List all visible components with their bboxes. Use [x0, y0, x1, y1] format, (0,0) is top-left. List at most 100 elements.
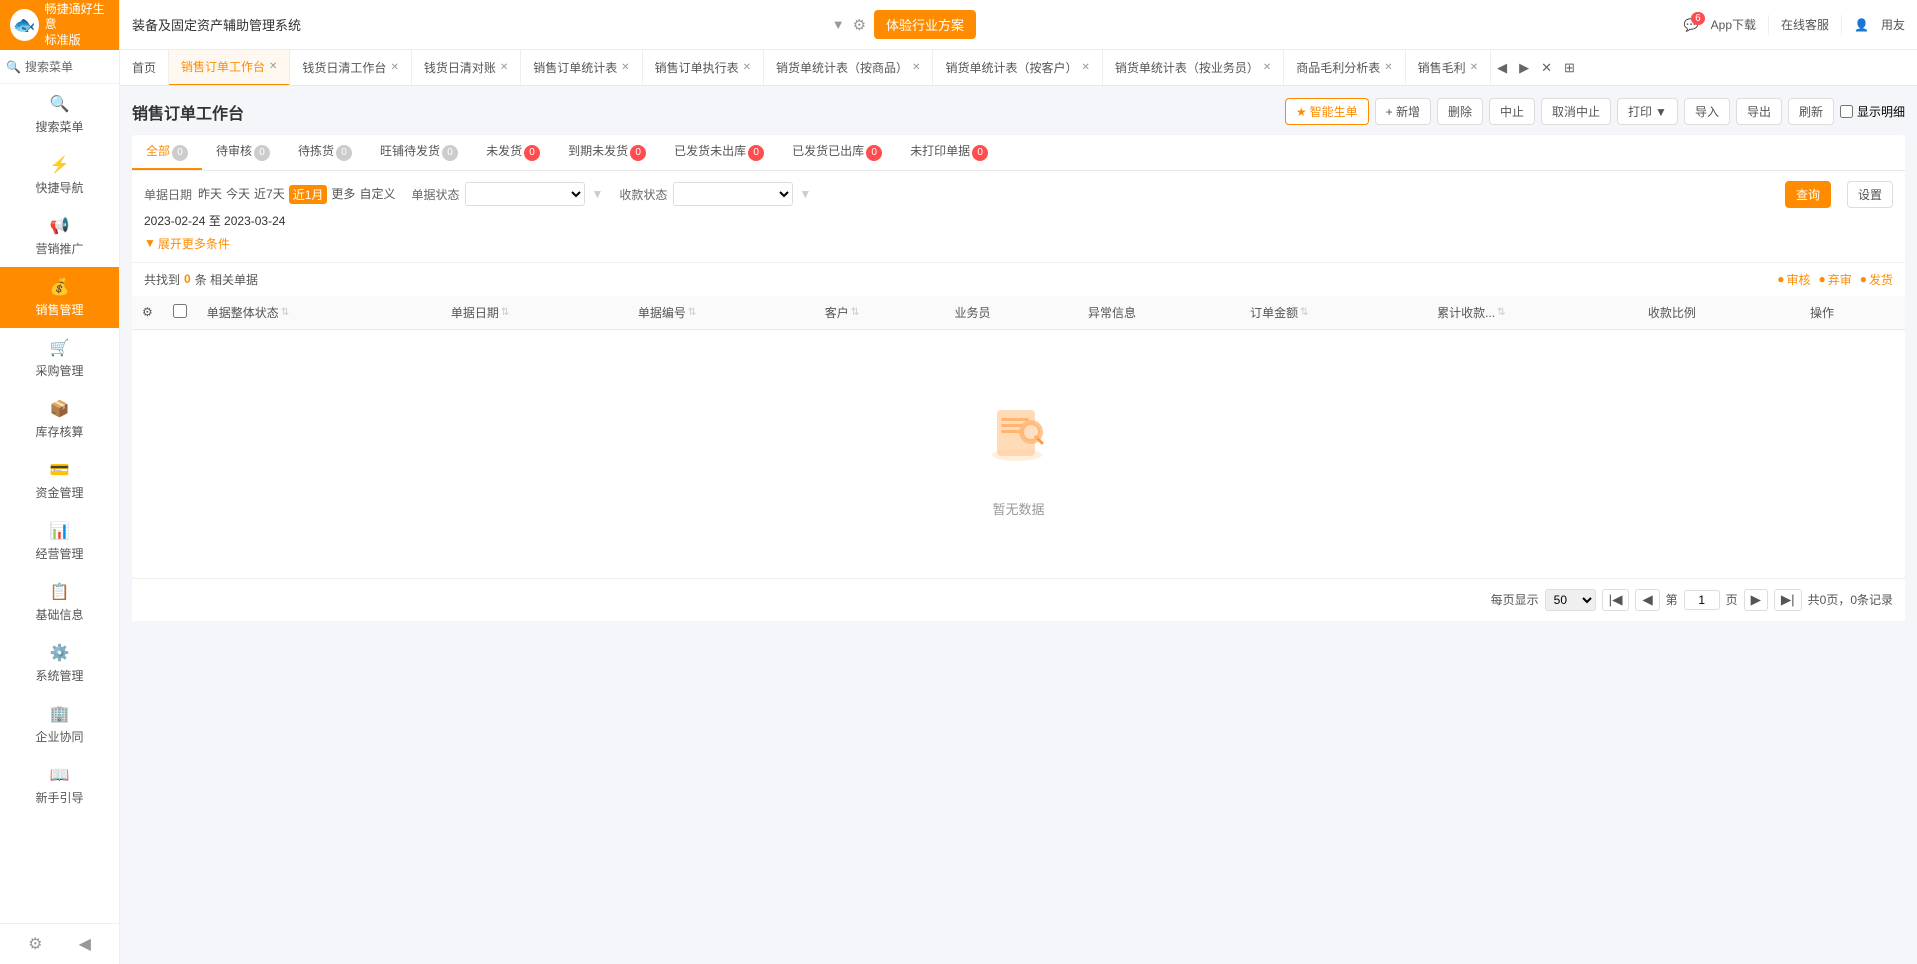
- sidebar-item-finance[interactable]: 💳资金管理: [0, 450, 119, 511]
- export-button[interactable]: 导出: [1736, 98, 1782, 125]
- tab-cash-reconcile[interactable]: 钱货日清对账✕: [412, 50, 521, 86]
- tab-close-cash-daily[interactable]: ✕: [390, 62, 398, 73]
- tab-cash-daily[interactable]: 钱货日清工作台✕: [290, 50, 411, 86]
- tab-sales-summary-customer[interactable]: 销货单统计表（按客户）✕: [933, 50, 1102, 86]
- col-setting[interactable]: ⚙: [132, 296, 163, 330]
- tab-close-sales-summary-customer[interactable]: ✕: [1081, 62, 1089, 73]
- date-link-更多[interactable]: 更多: [331, 185, 355, 204]
- collection-select[interactable]: [673, 182, 793, 206]
- select-all-checkbox[interactable]: [173, 304, 187, 318]
- column-settings-icon[interactable]: ⚙: [142, 305, 153, 319]
- review-button[interactable]: ● 审核: [1777, 271, 1810, 288]
- tab-prev-button[interactable]: ◀: [1491, 50, 1513, 86]
- subtab-shipped-not-out[interactable]: 已发货未出库0: [660, 135, 778, 170]
- page-last-button[interactable]: ▶|: [1774, 589, 1802, 611]
- unaudit-button[interactable]: ● 弃审: [1818, 271, 1851, 288]
- tab-next-button[interactable]: ▶: [1513, 50, 1535, 86]
- toolbar-left: 共找到 0 条 相关单据: [144, 271, 258, 288]
- date-link-近7天[interactable]: 近7天: [254, 185, 285, 204]
- sort-number[interactable]: 单据编号 ⇅: [638, 304, 805, 321]
- sidebar-item-enterprise[interactable]: 🏢企业协同: [0, 694, 119, 755]
- show-detail-checkbox-label[interactable]: 显示明细: [1840, 103, 1905, 120]
- collapse-icon[interactable]: ◀: [79, 934, 91, 954]
- subtab-not-printed[interactable]: 未打印单据0: [896, 135, 1002, 170]
- subtab-shipped-out[interactable]: 已发货已出库0: [778, 135, 896, 170]
- sidebar-item-sales[interactable]: 💰销售管理: [0, 267, 119, 328]
- tab-close-sales-summary-product[interactable]: ✕: [912, 62, 920, 73]
- date-link-近1月[interactable]: 近1月: [289, 185, 328, 204]
- refresh-button[interactable]: 刷新: [1788, 98, 1834, 125]
- print-button[interactable]: 打印 ▼: [1617, 98, 1678, 125]
- sidebar-item-operation[interactable]: 📊经营管理: [0, 511, 119, 572]
- page-next-button[interactable]: ▶: [1744, 589, 1768, 611]
- sort-amount[interactable]: 订单金额 ⇅: [1250, 304, 1417, 321]
- tab-home[interactable]: 首页: [120, 50, 169, 86]
- tab-close-sales-stats[interactable]: ✕: [621, 62, 629, 73]
- settings-topbar-icon[interactable]: ⚙: [853, 16, 866, 34]
- tab-profit-analysis[interactable]: 商品毛利分析表✕: [1284, 50, 1405, 86]
- stop-button[interactable]: 中止: [1489, 98, 1535, 125]
- import-button[interactable]: 导入: [1684, 98, 1730, 125]
- cancel-stop-button[interactable]: 取消中止: [1541, 98, 1611, 125]
- subtab-not-shipped[interactable]: 未发货0: [472, 135, 554, 170]
- smart-order-button[interactable]: ★ 智能生单: [1285, 98, 1369, 125]
- tab-sales-profit[interactable]: 销售毛利✕: [1406, 50, 1491, 86]
- tab-sales-stats[interactable]: 销售订单统计表✕: [521, 50, 642, 86]
- search-menu[interactable]: 🔍 搜索菜单: [0, 50, 119, 84]
- date-link-昨天[interactable]: 昨天: [198, 185, 222, 204]
- sort-status[interactable]: 单据整体状态 ⇅: [207, 304, 431, 321]
- username[interactable]: 用友: [1881, 16, 1905, 33]
- tab-maximize-button[interactable]: ⊞: [1558, 50, 1581, 86]
- subtab-all[interactable]: 全部0: [132, 135, 202, 170]
- tab-sales-workbench[interactable]: 销售订单工作台✕: [169, 50, 290, 86]
- tab-sales-summary-staff[interactable]: 销货单统计表（按业务员）✕: [1103, 50, 1284, 86]
- message-badge-container[interactable]: 💬 6: [1684, 18, 1699, 32]
- date-link-今天[interactable]: 今天: [226, 185, 250, 204]
- industry-solution-button[interactable]: 体验行业方案: [874, 10, 976, 39]
- tab-close-profit-analysis[interactable]: ✕: [1384, 62, 1392, 73]
- tab-close-all-button[interactable]: ✕: [1535, 50, 1558, 86]
- online-service-link[interactable]: 在线客服: [1781, 16, 1829, 33]
- subtab-expired-not-shipped[interactable]: 到期未发货0: [554, 135, 660, 170]
- ship-button[interactable]: ● 发货: [1860, 271, 1893, 288]
- subtab-wangpu-ship[interactable]: 旺铺待发货0: [366, 135, 472, 170]
- sidebar-item-marketing[interactable]: 📢营销推广: [0, 206, 119, 267]
- sidebar-item-search[interactable]: 🔍搜索菜单: [0, 84, 119, 145]
- tab-close-sales-profit[interactable]: ✕: [1470, 62, 1478, 73]
- query-button[interactable]: 查询: [1785, 181, 1831, 208]
- add-button[interactable]: + 新增: [1375, 98, 1431, 125]
- show-detail-checkbox[interactable]: [1840, 105, 1853, 118]
- date-link-自定义[interactable]: 自定义: [359, 185, 395, 204]
- date-range-value: 2023-02-24 至 2023-03-24: [144, 214, 285, 228]
- sort-date[interactable]: 单据日期 ⇅: [451, 304, 618, 321]
- purchase-icon: 🛒: [50, 338, 70, 358]
- sort-collected[interactable]: 累计收款... ⇅: [1437, 304, 1628, 321]
- tab-sales-summary-product[interactable]: 销货单统计表（按商品）✕: [764, 50, 933, 86]
- dropdown-icon[interactable]: ▼: [832, 17, 845, 32]
- tab-close-cash-reconcile[interactable]: ✕: [500, 62, 508, 73]
- tab-close-sales-workbench[interactable]: ✕: [269, 61, 277, 72]
- tab-close-sales-summary-staff[interactable]: ✕: [1263, 62, 1271, 73]
- sidebar-item-system[interactable]: ⚙️系统管理: [0, 633, 119, 694]
- sidebar-item-basic[interactable]: 📋基础信息: [0, 572, 119, 633]
- page-first-button[interactable]: |◀: [1602, 589, 1630, 611]
- tab-close-sales-exec[interactable]: ✕: [743, 62, 751, 73]
- sidebar-item-inventory[interactable]: 📦库存核算: [0, 389, 119, 450]
- per-page-select[interactable]: 50 100: [1545, 589, 1596, 611]
- tab-sales-exec[interactable]: 销售订单执行表✕: [643, 50, 764, 86]
- sort-customer[interactable]: 客户 ⇅: [825, 304, 935, 321]
- sidebar-item-guide[interactable]: 📖新手引导: [0, 755, 119, 816]
- expand-more-button[interactable]: ▼ 展开更多条件: [144, 235, 1893, 252]
- settings-icon[interactable]: ⚙: [28, 934, 42, 954]
- sidebar-item-quick[interactable]: ⚡快捷导航: [0, 145, 119, 206]
- delete-button[interactable]: 删除: [1437, 98, 1483, 125]
- app-download-link[interactable]: App下载: [1711, 16, 1756, 33]
- sidebar-item-purchase[interactable]: 🛒采购管理: [0, 328, 119, 389]
- status-select[interactable]: [465, 182, 585, 206]
- date-quick-links: 昨天今天近7天近1月更多自定义: [198, 185, 395, 204]
- subtab-pending-inspect[interactable]: 待拣货0: [284, 135, 366, 170]
- settings-filter-button[interactable]: 设置: [1847, 181, 1893, 208]
- page-input[interactable]: [1684, 590, 1720, 610]
- subtab-pending-review[interactable]: 待审核0: [202, 135, 284, 170]
- page-prev-button[interactable]: ◀: [1635, 589, 1659, 611]
